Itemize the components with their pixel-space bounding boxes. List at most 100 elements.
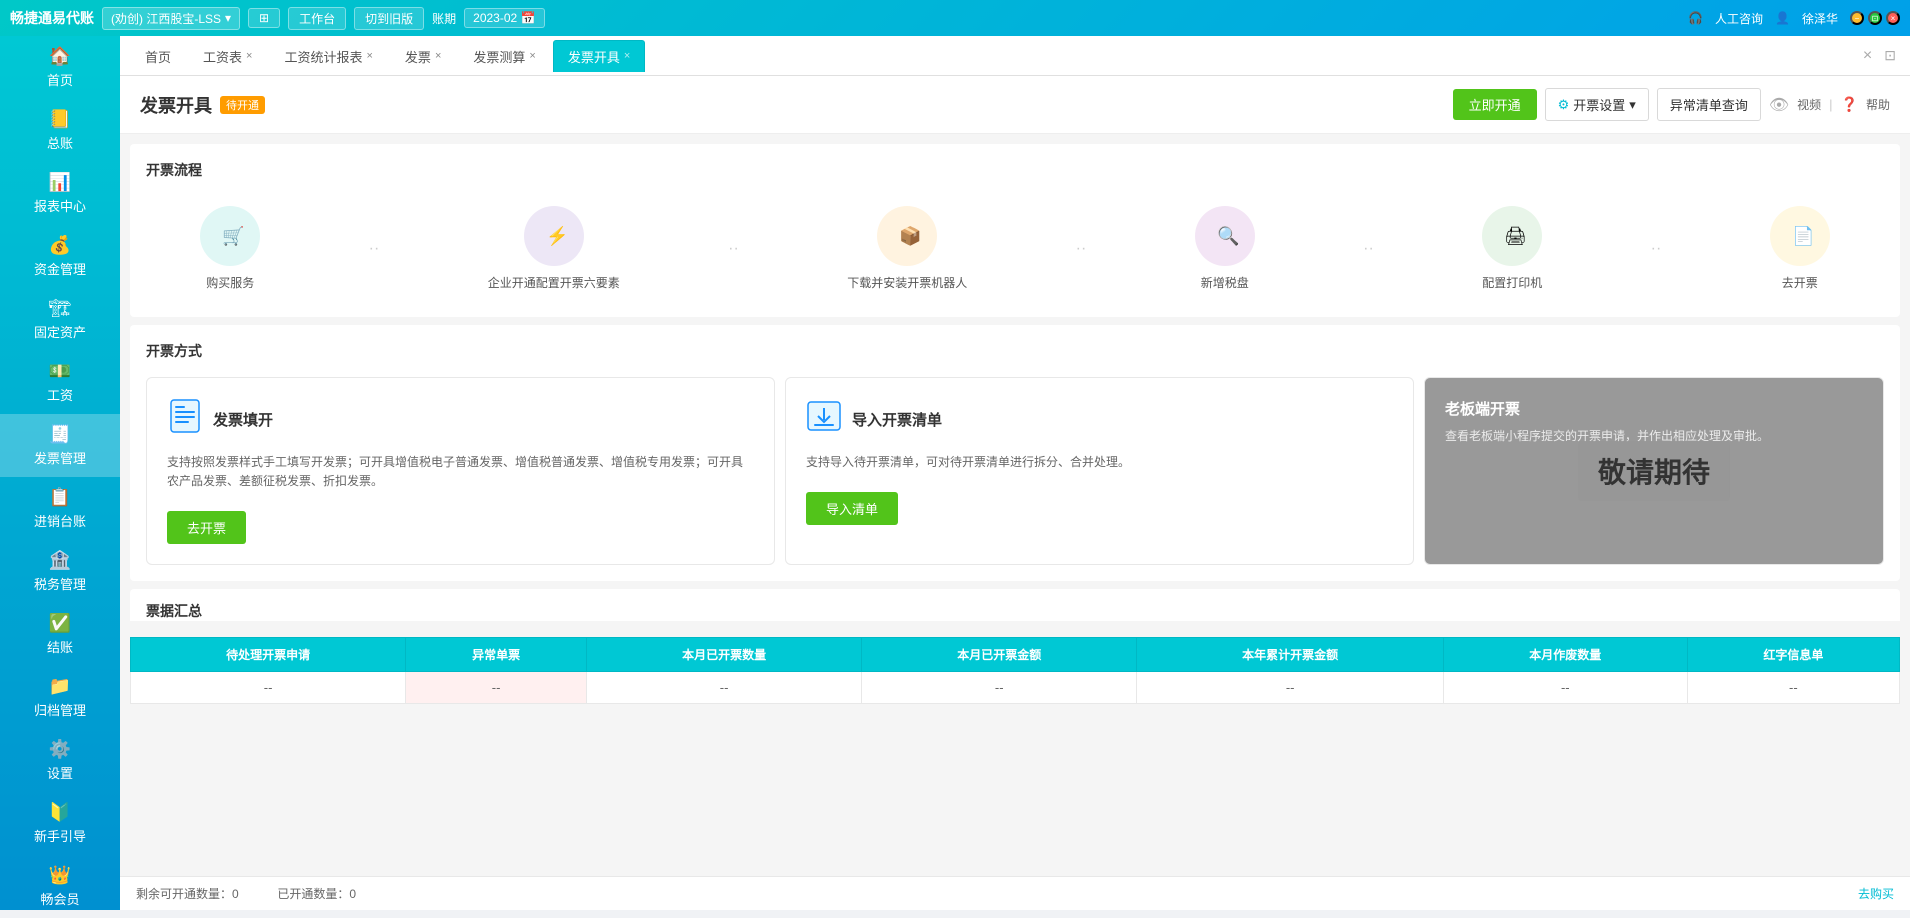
buy-link[interactable]: 去购买 [1858,885,1894,902]
window-controls: − ⊡ × [1850,11,1900,25]
calendar-icon: 📅 [521,11,536,25]
dropdown-icon: ▾ [225,11,231,25]
tab-invoice-tool-close[interactable]: × [624,50,630,62]
tab-invoice-calc[interactable]: 发票测算 × [458,40,550,72]
sidebar-label-fixed: 固定资产 [34,322,86,341]
arrow-4: ·· [1363,240,1374,258]
open-settings-button[interactable]: ⚙ 开票设置 ▾ [1545,88,1649,121]
manual-method-icon [167,398,203,441]
step-open-invoice[interactable]: 📄 去开票 [1770,206,1830,291]
workspace-button[interactable]: 工作台 [288,7,346,30]
step-buy-icon: 🛒 [200,206,260,266]
arrow-5: ·· [1651,240,1662,258]
method-card-manual: 发票填开 支持按照发票样式手工填写开发票；可开具增值税电子普通发票、增值税普通发… [146,377,775,565]
remaining-label: 剩余可开通数量：0 [136,887,239,901]
tab-bar: 首页 工资表 × 工资统计报表 × 发票 × 发票测算 × 发票开具 × [120,36,1910,76]
step-taxbox-label: 新增税盘 [1201,274,1249,291]
arrow-2: ·· [728,240,739,258]
sidebar-label-guide: 新手引导 [34,826,86,845]
manual-method-btn[interactable]: 去开票 [167,511,246,544]
step-printer-icon: 🖨 [1482,206,1542,266]
sidebar-item-fixed[interactable]: 🏗 固定资产 [0,288,120,351]
tab-salary-stats-close[interactable]: × [366,50,372,62]
brand-logo: 畅捷通易代账 [10,8,94,28]
summary-section-title: 票据汇总 [146,601,1884,621]
sales-icon: 📋 [49,487,71,508]
service-label[interactable]: 人工咨询 [1715,10,1763,27]
old-platform-card: 老板端开票 查看老板端小程序提交的开票申请，并作出相应处理及审批。 敬请期待 [1424,377,1884,565]
coming-soon-label: 敬请期待 [1578,441,1730,501]
sidebar-item-home[interactable]: 🏠 首页 [0,36,120,99]
tab-invoice-calc-close[interactable]: × [529,50,535,62]
svg-text:📄: 📄 [1792,225,1814,246]
archive-icon: 📁 [49,676,71,697]
sidebar-item-member[interactable]: 👑 畅会员 [0,855,120,918]
import-method-btn[interactable]: 导入清单 [806,492,898,525]
tab-invoice-tool-label: 发票开具 [568,47,620,66]
company-selector[interactable]: (劝创) 江西股宝-LSS ▾ [102,7,240,30]
step-download-label: 下载并安装开票机器人 [847,274,967,291]
copy-button[interactable]: ⊞ [248,8,280,28]
cell-year-amount: -- [1137,672,1444,704]
import-method-desc: 支持导入待开票清单，可对待开票清单进行拆分、合并处理。 [806,453,1393,472]
top-bar-left: 畅捷通易代账 (劝创) 江西股宝-LSS ▾ ⊞ 工作台 切到旧版 账期 202… [10,7,545,30]
tab-restore[interactable]: ⊡ [1880,47,1900,64]
page-title: 发票开具 [140,92,212,118]
sidebar-item-tax[interactable]: 🏦 税务管理 [0,540,120,603]
tab-salary-table-close[interactable]: × [246,50,252,62]
period-selector[interactable]: 2023-02 📅 [464,8,544,28]
step-printer[interactable]: 🖨 配置打印机 [1482,206,1542,291]
col-pending: 待处理开票申请 [131,638,406,672]
close-window-button[interactable]: × [1886,11,1900,25]
step-buy-service[interactable]: 🛒 购买服务 [200,206,260,291]
minimize-button[interactable]: − [1850,11,1864,25]
user-name[interactable]: 徐泽华 [1802,10,1838,27]
manual-method-desc: 支持按照发票样式手工填写开发票；可开具增值税电子普通发票、增值税普通发票、增值税… [167,453,754,491]
tab-close-all[interactable]: × [1857,47,1878,65]
sidebar-item-settings[interactable]: ⚙️ 设置 [0,729,120,792]
sidebar-item-capital[interactable]: 💰 资金管理 [0,225,120,288]
view-label[interactable]: 视频 [1797,96,1821,113]
sidebar-item-reconcile[interactable]: ✅ 结账 [0,603,120,666]
step-taxbox[interactable]: 🔍 新增税盘 [1195,206,1255,291]
tab-salary-stats[interactable]: 工资统计报表 × [269,40,387,72]
arrow-3: ·· [1076,240,1087,258]
page-footer: 剩余可开通数量：0 已开通数量：0 去购买 [120,876,1910,910]
sidebar-label-ledger: 总账 [47,133,73,152]
tab-invoice-list-close[interactable]: × [435,50,441,62]
sidebar-item-invoice[interactable]: 🧾 发票管理 [0,414,120,477]
divider-1: | [1829,97,1832,112]
summary-row: -- -- -- -- -- -- -- [131,672,1900,704]
switch-old-button[interactable]: 切到旧版 [354,7,424,30]
sidebar-item-guide[interactable]: 🔰 新手引导 [0,792,120,855]
sidebar-item-archive[interactable]: 📁 归档管理 [0,666,120,729]
svg-text:🖨: 🖨 [1504,226,1527,246]
old-platform-title: 老板端开票 [1445,398,1863,419]
abnormal-query-button[interactable]: 异常清单查询 [1657,88,1761,121]
sidebar-label-sales: 进销台账 [34,511,86,530]
tab-home[interactable]: 首页 [130,40,186,72]
method-card-import: 导入开票清单 支持导入待开票清单，可对待开票清单进行拆分、合并处理。 导入清单 [785,377,1414,565]
sidebar-label-salary: 工资 [47,385,73,404]
sidebar-label-home: 首页 [47,70,73,89]
ledger-icon: 📒 [49,109,71,130]
page-content: 发票开具 待开通 立即开通 ⚙ 开票设置 ▾ 异常清单查询 👁 视频 | ❓ 帮… [120,76,1910,876]
maximize-button[interactable]: ⊡ [1868,11,1882,25]
sidebar: 🏠 首页 📒 总账 📊 报表中心 💰 资金管理 🏗 固定资产 💵 工资 🧾 发票… [0,36,120,910]
tab-invoice-list[interactable]: 发票 × [390,40,456,72]
reports-icon: 📊 [49,172,71,193]
tab-salary-table-label: 工资表 [203,47,242,66]
open-now-button[interactable]: 立即开通 [1453,89,1537,120]
page-title-area: 发票开具 待开通 [140,92,265,118]
tab-salary-table[interactable]: 工资表 × [188,40,267,72]
step-config-icon: ⚡ [524,206,584,266]
capital-icon: 💰 [49,235,71,256]
sidebar-item-ledger[interactable]: 📒 总账 [0,99,120,162]
sidebar-item-salary[interactable]: 💵 工资 [0,351,120,414]
help-label[interactable]: 帮助 [1866,96,1890,113]
tab-invoice-tool[interactable]: 发票开具 × [553,40,645,72]
step-download[interactable]: 📦 下载并安装开票机器人 [847,206,967,291]
sidebar-item-sales[interactable]: 📋 进销台账 [0,477,120,540]
sidebar-item-reports[interactable]: 📊 报表中心 [0,162,120,225]
step-config[interactable]: ⚡ 企业开通配置开票六要素 [488,206,620,291]
